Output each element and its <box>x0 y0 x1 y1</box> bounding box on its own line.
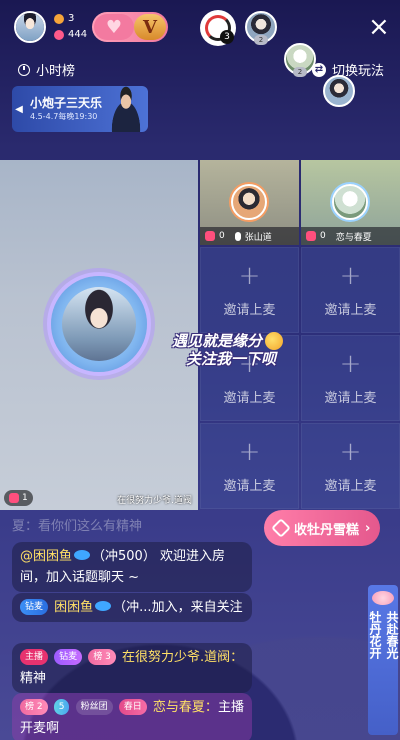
chat-message[interactable]: @困困鱼 （冲500） 欢迎进入房间，加入话题聊天 ~ <box>12 542 252 592</box>
fish-icon <box>74 550 91 560</box>
plus-icon: + <box>339 260 362 291</box>
chat-message[interactable]: 榜 2 5 粉丝团 春日 恋与春夏：主播开麦啊 <box>12 693 252 740</box>
owner-stat-1: 3 <box>68 13 75 24</box>
flower-icon <box>372 591 394 605</box>
spring-badge: 春日 <box>118 699 147 715</box>
guest-seat-footer: 0 张山道 <box>200 227 299 245</box>
host-heart-count: 1 <box>4 490 33 506</box>
mic-icon <box>234 231 241 241</box>
heart-icon <box>54 30 64 40</box>
top-audience-3[interactable] <box>323 75 355 107</box>
chevron-left-icon: ◀ <box>15 103 23 115</box>
invite-label: 邀请上麦 <box>324 302 377 318</box>
level-badge: 5 <box>53 699 70 715</box>
invite-label: 邀请上麦 <box>324 390 377 406</box>
heart-cloud-icon: ♥ <box>94 14 134 40</box>
chat-faded-line: 夏：看你们这么有精神 <box>12 519 143 534</box>
swap-icon: ⇄ <box>311 62 326 77</box>
collect-gift-button[interactable]: 收牡丹雪糕 › <box>264 510 381 546</box>
guest-avatar[interactable] <box>332 184 368 220</box>
guest-seat-footer: 0 恋与春夏 <box>301 227 400 245</box>
host-seat[interactable]: 1 在很努力少爷.道阀 <box>0 160 198 510</box>
pk-gauge-button[interactable]: 3 <box>200 10 236 46</box>
guest-seat-2[interactable]: 0 恋与春夏 <box>301 160 400 245</box>
side-banner-text-1: 牡丹花开 <box>368 611 382 659</box>
gauge-count: 3 <box>220 30 234 44</box>
gauge-icon: 3 <box>205 15 234 44</box>
switch-gameplay-button[interactable]: ⇄ 切换玩法 <box>311 60 384 79</box>
event-banner[interactable]: ◀ 小炮子三天乐 4.5-4.7每晚19:30 <box>12 86 148 132</box>
chat-message[interactable]: 主播 钻麦 榜 3 在很努力少爷.道阀：精神 <box>12 643 252 693</box>
close-icon[interactable]: × <box>368 14 390 40</box>
invite-label: 邀请上麦 <box>223 478 276 494</box>
plus-icon: + <box>238 436 261 467</box>
leaderboard-label: 小时榜 <box>36 64 76 79</box>
mic-badge: 钻麦 <box>20 599 49 615</box>
host-badge: 主播 <box>20 649 49 665</box>
invite-seat[interactable]: + 邀请上麦 <box>200 423 299 509</box>
banner-subtitle: 4.5-4.7每晚19:30 <box>30 111 98 121</box>
host-name: 在很努力少爷.道阀 <box>117 496 192 506</box>
rank-badge: 榜 3 <box>88 649 116 665</box>
side-banner-text-2: 共赴春光 <box>385 611 399 659</box>
follow-overlay: 遇见就是缘分 关注我一下呗 <box>172 332 302 368</box>
overlay-line-2: 关注我一下呗 <box>186 350 277 368</box>
rank-badge: 榜 2 <box>20 699 48 715</box>
fish-icon <box>95 601 112 611</box>
chat-message[interactable]: 钻麦 困困鱼 （冲...加入，来自关注 <box>12 593 252 622</box>
switch-label: 切换玩法 <box>331 64 384 79</box>
hourly-leaderboard[interactable]: 小时榜 <box>18 60 75 79</box>
plus-icon: + <box>339 436 362 467</box>
owner-stat-2: 444 <box>68 29 88 40</box>
promo-label: 收牡丹雪糕 <box>294 522 360 538</box>
rank-badge: 2 <box>293 67 307 77</box>
follow-badge[interactable]: ♥ V <box>92 12 168 42</box>
plus-icon: + <box>238 260 261 291</box>
invite-label: 邀请上麦 <box>223 390 276 406</box>
room-owner-avatar[interactable] <box>14 11 46 43</box>
invite-seat[interactable]: + 邀请上麦 <box>301 247 400 333</box>
top-audience-1[interactable]: 2 <box>245 11 277 45</box>
heart-icon <box>205 231 215 241</box>
invite-seat[interactable]: + 邀请上麦 <box>200 247 299 333</box>
vip-badge: V <box>134 14 166 40</box>
invite-label: 邀请上麦 <box>324 478 377 494</box>
coin-icon <box>54 14 64 24</box>
invite-label: 邀请上麦 <box>223 302 276 318</box>
mention: @困困鱼 <box>20 549 73 564</box>
chevron-right-icon: › <box>365 520 371 536</box>
heart-icon <box>9 493 19 503</box>
clock-icon <box>18 63 30 76</box>
peony-event-banner[interactable]: 牡丹花开 共赴春光 <box>368 585 399 735</box>
banner-host-image <box>104 86 148 132</box>
owner-stats: 3 444 <box>54 13 87 41</box>
invite-seat[interactable]: + 邀请上麦 <box>301 335 400 421</box>
host-avatar[interactable] <box>51 276 147 372</box>
plus-icon: + <box>339 348 362 379</box>
rank-badge: 2 <box>254 35 268 45</box>
invite-seat[interactable]: + 邀请上麦 <box>301 423 400 509</box>
mic-badge: 钻麦 <box>54 649 83 665</box>
overlay-line-1: 遇见就是缘分 <box>172 332 263 350</box>
fan-club-badge: 粉丝团 <box>75 699 113 715</box>
tag-icon <box>271 518 291 538</box>
guest-seat-1[interactable]: 0 张山道 <box>200 160 299 245</box>
banner-title: 小炮子三天乐 <box>30 95 103 110</box>
smile-icon <box>265 332 284 350</box>
heart-icon <box>306 231 316 241</box>
guest-avatar[interactable] <box>231 184 267 220</box>
